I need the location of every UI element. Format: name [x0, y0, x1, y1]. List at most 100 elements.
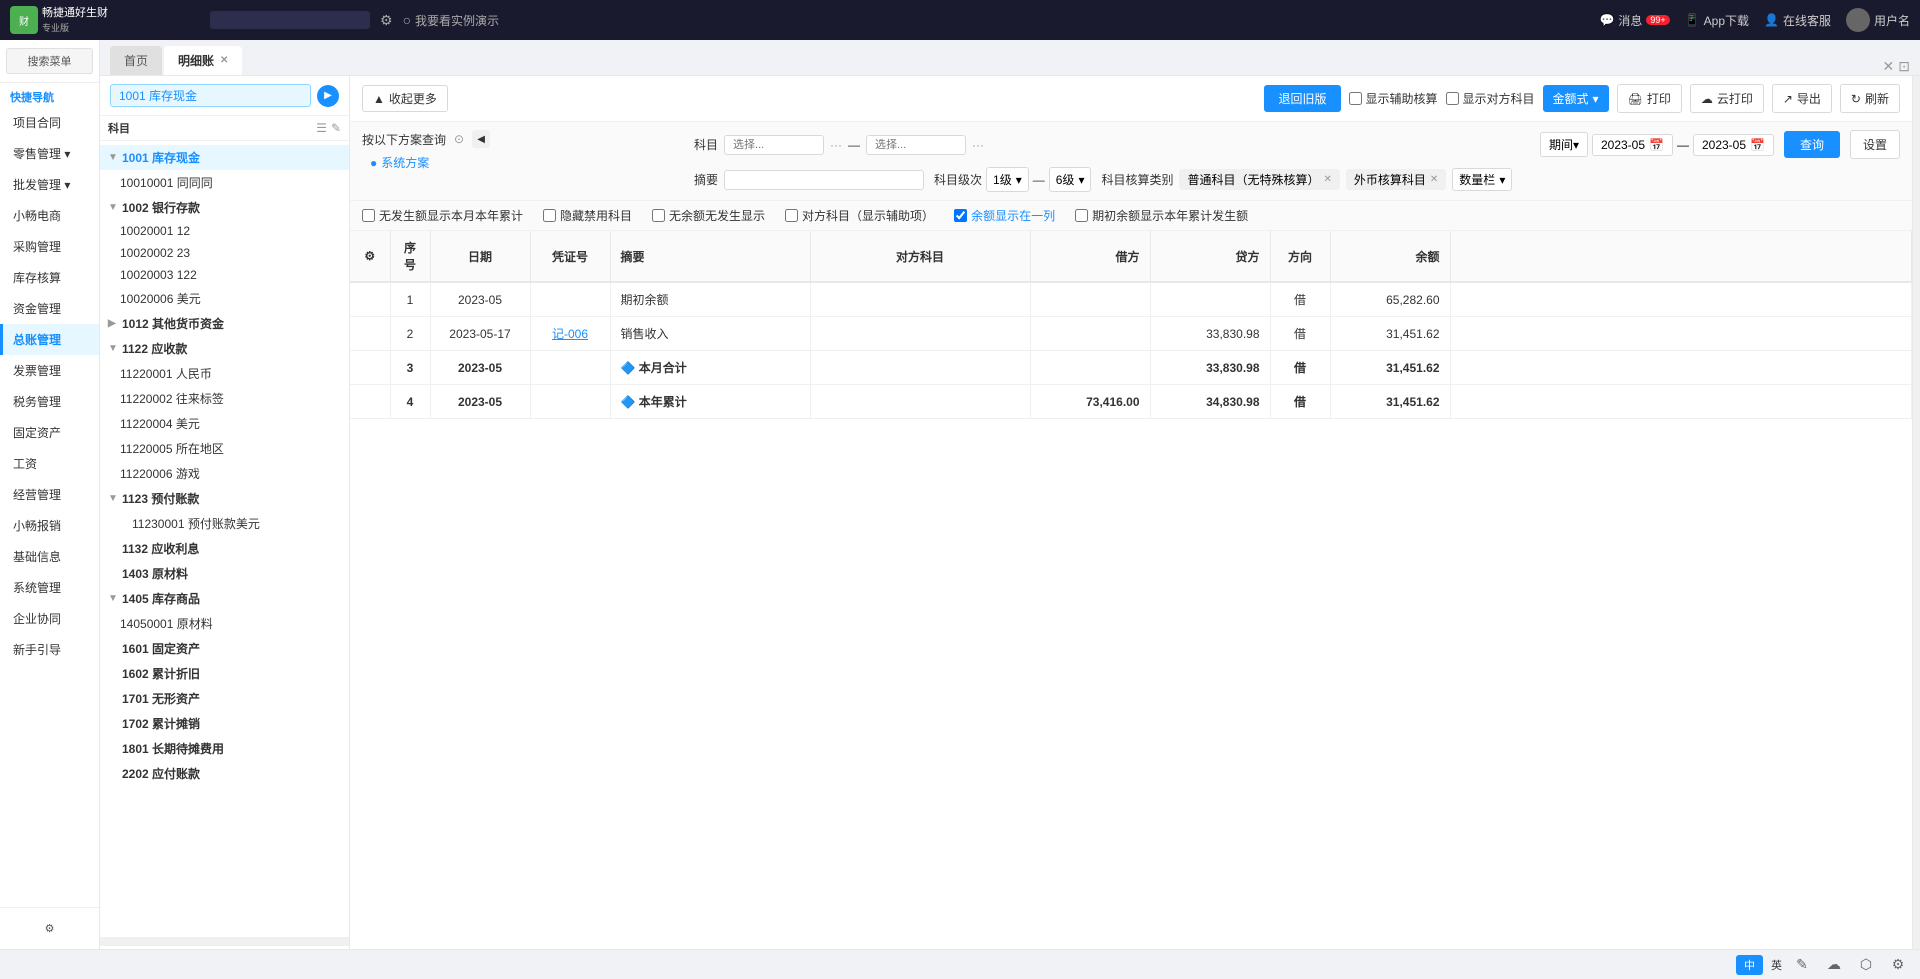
tree-item-11220004[interactable]: 11220004 美元: [100, 411, 349, 436]
panel-resize-btn[interactable]: ⊡: [1898, 58, 1910, 75]
filter-settings-icon[interactable]: ⊙: [454, 132, 464, 146]
show-aux-checkbox[interactable]: 显示辅助核算: [1349, 90, 1438, 107]
subject-start-input[interactable]: [724, 135, 824, 155]
tree-item-1701[interactable]: 1701 无形资产: [100, 686, 349, 711]
tree-item-2202[interactable]: 2202 应付账款: [100, 761, 349, 786]
account-nav-btn[interactable]: ▶: [317, 85, 339, 107]
level-end-select[interactable]: 6级 ▾: [1049, 167, 1092, 192]
filter-collapse-icon[interactable]: ◀: [472, 130, 490, 148]
remove-tag-normal[interactable]: ✕: [1324, 174, 1332, 185]
selected-account-display[interactable]: 1001 库存现金: [110, 84, 311, 107]
refresh-btn[interactable]: ↻ 刷新: [1840, 84, 1900, 113]
cb-no-balance[interactable]: 无余额无发生显示: [652, 207, 765, 224]
user-menu[interactable]: 用户名: [1846, 8, 1910, 32]
tree-item-10020001[interactable]: 10020001 12: [100, 220, 349, 242]
message-btn[interactable]: 💬 消息 99+: [1599, 12, 1669, 29]
cloud-print-btn[interactable]: ☁ 云打印: [1690, 84, 1764, 113]
td-voucher-2[interactable]: 记-006: [530, 317, 610, 351]
lang-en-label[interactable]: 英: [1771, 957, 1782, 973]
system-scheme[interactable]: ● 系统方案: [362, 154, 682, 171]
setting-btn[interactable]: 设置: [1850, 130, 1900, 159]
period-start-value[interactable]: 2023-05 📅: [1592, 134, 1673, 156]
tree-item-10020002[interactable]: 10020002 23: [100, 242, 349, 264]
print-btn[interactable]: 🖨 打印: [1617, 84, 1682, 113]
demo-link[interactable]: ○ 我要看实例演示: [403, 12, 499, 29]
quantity-selector[interactable]: 数量栏 ▾: [1452, 168, 1512, 191]
sidebar-item-sales-report[interactable]: 小畅报销: [0, 510, 99, 541]
edit-icon[interactable]: ✎: [1790, 953, 1814, 977]
tab-home[interactable]: 首页: [110, 46, 162, 75]
subject-end-input[interactable]: [866, 135, 966, 155]
lang-zh-btn[interactable]: 中: [1736, 955, 1763, 975]
hex-icon[interactable]: ⬡: [1854, 953, 1878, 977]
cb-opening-balance[interactable]: 期初余额显示本年累计发生额: [1075, 207, 1248, 224]
amount-style-btn[interactable]: 金额式 ▾: [1543, 85, 1609, 112]
panel-close-btn[interactable]: ✕: [1883, 58, 1895, 75]
sidebar-item-fixed-assets[interactable]: 固定资产: [0, 417, 99, 448]
period-type-selector[interactable]: 期间▾: [1540, 132, 1588, 157]
sidebar-settings-btn[interactable]: ⚙: [0, 916, 99, 941]
subject-tag-normal[interactable]: 普通科目（无特殊核算） ✕: [1179, 169, 1339, 190]
back-old-version-btn[interactable]: 退回旧版: [1264, 85, 1340, 112]
settings-icon[interactable]: ⚙: [380, 12, 393, 29]
sidebar-item-agreement[interactable]: 企业协同: [0, 603, 99, 634]
tree-item-14050001[interactable]: 14050001 原材料: [100, 611, 349, 636]
sidebar-item-guide[interactable]: 新手引导: [0, 634, 99, 665]
sidebar-item-purchase[interactable]: 采购管理: [0, 231, 99, 262]
tree-item-1122[interactable]: ▼ 1122 应收款: [100, 336, 349, 361]
tree-item-1602[interactable]: 1602 累计折旧: [100, 661, 349, 686]
remove-tag-foreign[interactable]: ✕: [1430, 174, 1438, 185]
tree-item-11220005[interactable]: 11220005 所在地区: [100, 436, 349, 461]
cb-hide-disabled[interactable]: 隐藏禁用科目: [543, 207, 632, 224]
online-service-btn[interactable]: 👤 在线客服: [1764, 12, 1831, 29]
tree-item-10010001[interactable]: 10010001 同同同: [100, 170, 349, 195]
sidebar-nav-label[interactable]: 快捷导航: [0, 83, 99, 107]
tree-item-1012[interactable]: ▶ 1012 其他货币资金: [100, 311, 349, 336]
horizontal-scrollbar[interactable]: [100, 938, 349, 946]
tab-ledger[interactable]: 明细账 ✕: [164, 46, 242, 75]
collapse-filter-btn[interactable]: ▲ 收起更多: [362, 85, 448, 112]
sidebar-item-project[interactable]: 项目合同: [0, 107, 99, 138]
tree-item-1601[interactable]: 1601 固定资产: [100, 636, 349, 661]
sidebar-item-system[interactable]: 系统管理: [0, 572, 99, 603]
tree-item-1123[interactable]: ▼ 1123 预付账款: [100, 486, 349, 511]
tree-edit-icon[interactable]: ✎: [331, 121, 341, 135]
show-opposite-checkbox[interactable]: 显示对方科目: [1446, 90, 1535, 107]
right-edge-handle[interactable]: [1912, 76, 1920, 949]
summary-input[interactable]: [724, 170, 924, 190]
tree-item-10020003[interactable]: 10020003 122: [100, 264, 349, 286]
sidebar-item-operations[interactable]: 经营管理: [0, 479, 99, 510]
sidebar-item-tax[interactable]: 税务管理: [0, 386, 99, 417]
sidebar-item-wholesale[interactable]: 批发管理 ▾: [0, 169, 99, 200]
voucher-link-2[interactable]: 记-006: [552, 327, 588, 341]
cb-opposite-subject[interactable]: 对方科目（显示辅助项）: [785, 207, 934, 224]
tree-item-11220001[interactable]: 11220001 人民币: [100, 361, 349, 386]
cloud-icon[interactable]: ☁: [1822, 953, 1846, 977]
tree-item-10020006[interactable]: 10020006 美元: [100, 286, 349, 311]
tree-item-1001[interactable]: ▼ 1001 库存现金: [100, 145, 349, 170]
search-menu-btn[interactable]: 搜索菜单: [6, 48, 93, 74]
tab-close-icon[interactable]: ✕: [220, 55, 228, 66]
topbar-search-input[interactable]: [210, 11, 370, 29]
tree-list-icon[interactable]: ☰: [316, 121, 327, 135]
query-btn[interactable]: 查询: [1784, 131, 1840, 158]
export-btn[interactable]: ↗ 导出: [1772, 84, 1832, 113]
cb-no-amount[interactable]: 无发生额显示本月本年累计: [362, 207, 523, 224]
tree-item-1702[interactable]: 1702 累计摊销: [100, 711, 349, 736]
tree-item-1405[interactable]: ▼ 1405 库存商品: [100, 586, 349, 611]
sidebar-item-ecommerce[interactable]: 小畅电商: [0, 200, 99, 231]
app-download-btn[interactable]: 📱 App下载: [1685, 12, 1749, 29]
sidebar-item-capital[interactable]: 资金管理: [0, 293, 99, 324]
tree-item-1002[interactable]: ▼ 1002 银行存款: [100, 195, 349, 220]
gear-icon-bottom[interactable]: ⚙: [1886, 953, 1910, 977]
tree-item-1403[interactable]: 1403 原材料: [100, 561, 349, 586]
tree-item-11220002[interactable]: 11220002 往来标签: [100, 386, 349, 411]
sidebar-item-basic-info[interactable]: 基础信息: [0, 541, 99, 572]
subject-tag-foreign[interactable]: 外币核算科目 ✕: [1346, 169, 1446, 190]
tree-item-1801[interactable]: 1801 长期待摊费用: [100, 736, 349, 761]
sidebar-item-inventory[interactable]: 库存核算: [0, 262, 99, 293]
cb-balance-one-col[interactable]: 余额显示在一列: [954, 207, 1055, 224]
sidebar-item-salary[interactable]: 工资: [0, 448, 99, 479]
sidebar-item-ledger[interactable]: 总账管理: [0, 324, 99, 355]
sidebar-item-retail[interactable]: 零售管理 ▾: [0, 138, 99, 169]
